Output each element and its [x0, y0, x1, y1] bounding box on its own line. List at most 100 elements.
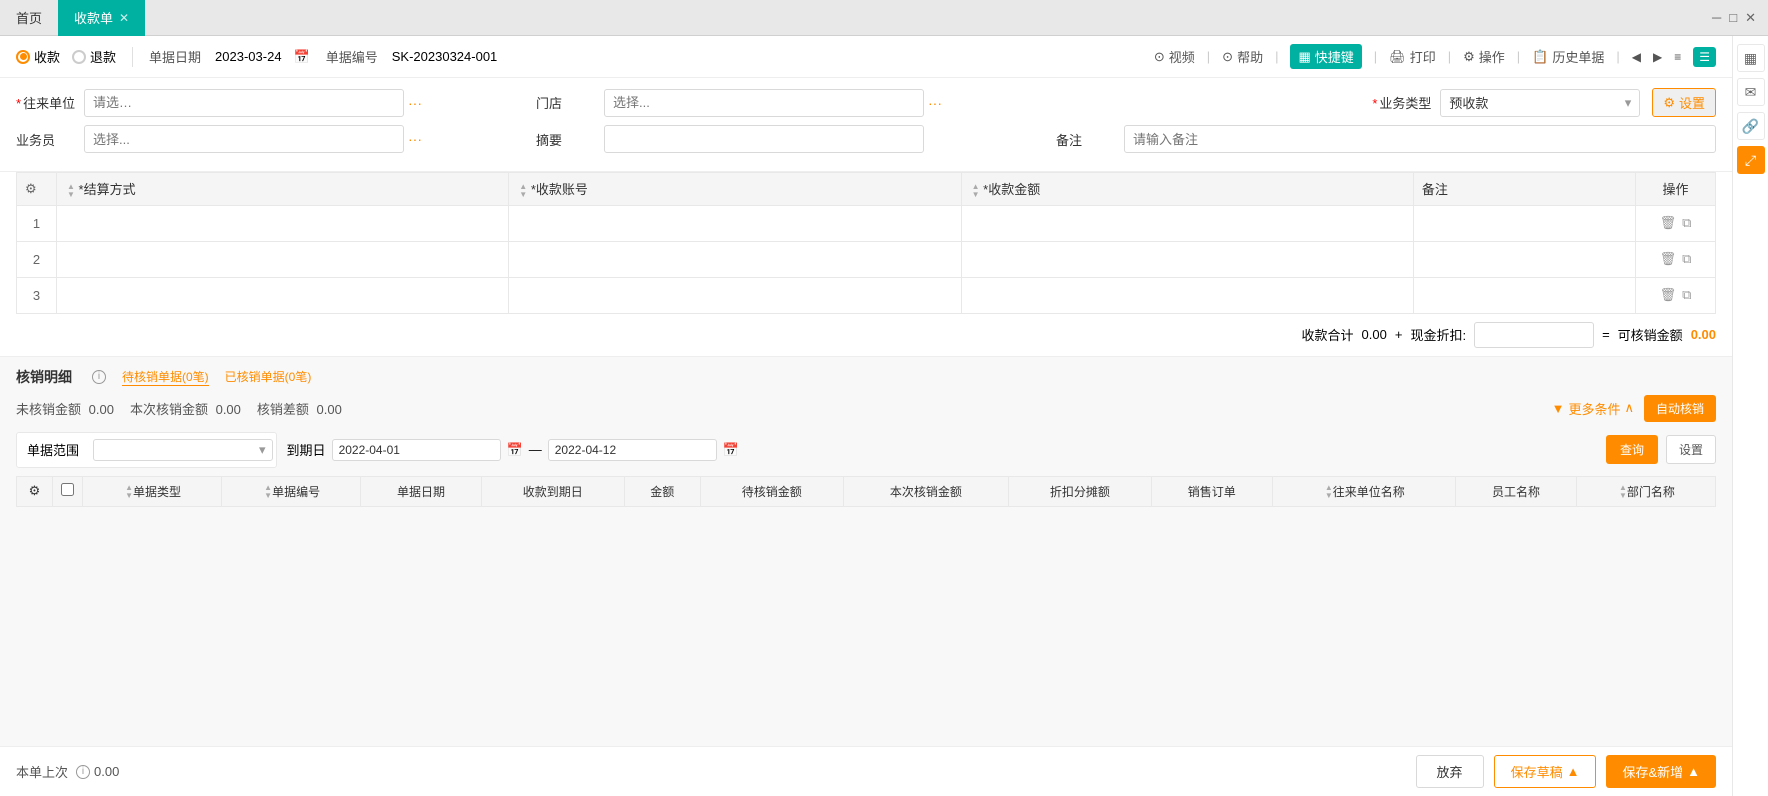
cal-start-icon[interactable]: 📅	[507, 442, 523, 458]
footer-bar: 本单上次 i 0.00 放弃 保存草稿 ▲ 保存&新增 ▲	[0, 746, 1732, 796]
action-icon: ⚙	[1463, 49, 1475, 65]
receipt-table-section: ⚙ ▲▼ *结算方式 ▲▼ *收款账号 ▲▼ *收款金额	[0, 172, 1732, 314]
row-1-settle[interactable]	[57, 205, 509, 241]
tab-receipt-close[interactable]: ✕	[119, 11, 129, 25]
biz-type-field: 业务类型 预收款 ▾ ⚙ 设置	[1056, 88, 1716, 117]
shortcut-btn[interactable]: ▦快捷键	[1290, 44, 1361, 69]
next-icon[interactable]: ▶	[1653, 50, 1662, 64]
minimize-icon[interactable]: ─	[1712, 10, 1721, 25]
row-2-account[interactable]	[509, 241, 961, 277]
bottom-table-header: ⚙ ▲▼单据类型 ▲▼单据编号 单据日期	[17, 476, 1716, 507]
row-1-amount[interactable]	[961, 205, 1413, 241]
row-2-delete-icon[interactable]: 🗑	[1660, 251, 1677, 267]
store-input[interactable]	[604, 89, 924, 117]
remark-label: 备注	[1056, 130, 1116, 149]
biz-type-select[interactable]: 预收款 ▾	[1440, 89, 1640, 117]
scope-select[interactable]	[93, 439, 273, 461]
calc-discount-input[interactable]	[1474, 322, 1594, 348]
row-3-account[interactable]	[509, 277, 961, 313]
row-2-copy-icon[interactable]: ⧉	[1682, 251, 1691, 267]
row-1-remark[interactable]	[1413, 205, 1635, 241]
save-draft-btn[interactable]: 保存草稿 ▲	[1494, 755, 1597, 788]
due-date-start-input[interactable]	[332, 439, 501, 461]
recon-info-icon[interactable]: i	[92, 370, 106, 384]
row-3-amount[interactable]	[961, 277, 1413, 313]
help-btn[interactable]: ⊙帮助	[1222, 47, 1263, 66]
unchecked-stat: 未核销金额 0.00	[16, 399, 114, 418]
store-more-btn[interactable]: ···	[928, 95, 942, 111]
print-btn[interactable]: 🖨打印	[1389, 47, 1436, 66]
calc-available-value: 0.00	[1691, 327, 1716, 342]
counterpart-more-btn[interactable]: ···	[408, 95, 422, 111]
recon-settings-btn[interactable]: 设置	[1666, 435, 1716, 464]
row-1-delete-icon[interactable]: 🗑	[1660, 215, 1677, 231]
discard-btn[interactable]: 放弃	[1416, 755, 1484, 788]
tab-receipt[interactable]: 收款单 ✕	[58, 0, 145, 36]
staff-label: 业务员	[16, 130, 76, 149]
doc-date-calendar-icon[interactable]: 📅	[294, 49, 310, 65]
receipt-radio-dot	[16, 50, 30, 64]
toolbar-right: ⊙视频 | ⊙帮助 | ▦快捷键 | 🖨打印 | ⚙操作 | 📋历史单据 | ◀…	[1154, 44, 1716, 69]
unchecked-label: 未核销金额	[16, 402, 81, 417]
tab-home[interactable]: 首页	[0, 0, 58, 36]
memo-input[interactable]	[604, 125, 924, 153]
receipt-radio[interactable]: 收款	[16, 47, 60, 66]
row-3-copy-icon[interactable]: ⧉	[1682, 287, 1691, 303]
select-all-checkbox[interactable]	[61, 483, 74, 496]
refund-radio-label: 退款	[90, 47, 116, 66]
row-1-account[interactable]	[509, 205, 961, 241]
footer-info: 本单上次 i 0.00	[16, 762, 119, 781]
close-icon[interactable]: ✕	[1745, 10, 1756, 26]
action-btn[interactable]: ⚙操作	[1463, 47, 1505, 66]
sidebar-table-icon[interactable]: ▦	[1737, 44, 1765, 72]
tab-receipt-label: 收款单	[74, 8, 113, 27]
staff-input[interactable]	[84, 125, 404, 153]
toolbar-divider-1	[132, 47, 133, 67]
video-btn[interactable]: ⊙视频	[1154, 47, 1195, 66]
recon-tab-done[interactable]: 已核销单据(0笔)	[225, 368, 312, 386]
doc-num-field: 单据编号 SK-20230324-001	[326, 47, 498, 66]
row-1-copy-icon[interactable]: ⧉	[1682, 215, 1691, 231]
row-2-amount[interactable]	[961, 241, 1413, 277]
table-settings-icon[interactable]: ⚙	[25, 181, 37, 196]
table-header-settings: ⚙	[17, 173, 57, 206]
more-conditions-btn[interactable]: ▼ 更多条件 ∧	[1552, 399, 1634, 418]
query-btn[interactable]: 查询	[1606, 435, 1658, 464]
history-btn[interactable]: 📋历史单据	[1532, 47, 1604, 66]
store-field: 门店 ···	[536, 89, 1016, 117]
right-sidebar: ▦ ✉ 🔗 ⤢	[1732, 36, 1768, 796]
refund-radio[interactable]: 退款	[72, 47, 116, 66]
list-icon[interactable]: ≡	[1674, 50, 1681, 64]
sidebar-link-icon[interactable]: 🔗	[1737, 112, 1765, 140]
due-date-end-input[interactable]	[548, 439, 717, 461]
remark-input[interactable]	[1124, 125, 1716, 153]
maximize-icon[interactable]: □	[1729, 10, 1737, 25]
row-2-remark[interactable]	[1413, 241, 1635, 277]
save-draft-label: 保存草稿	[1511, 762, 1563, 781]
counterpart-field: 往来单位 ···	[16, 89, 496, 117]
recon-tab-pending[interactable]: 待核销单据(0笔)	[122, 368, 209, 386]
footer-info-icon[interactable]: i	[76, 765, 90, 779]
staff-more-btn[interactable]: ···	[408, 131, 422, 147]
cal-end-icon[interactable]: 📅	[723, 442, 739, 458]
chevron-up-icon: ∧	[1624, 400, 1634, 416]
sidebar-expand-icon[interactable]: ⤢	[1737, 146, 1765, 174]
bottom-th-sales: 销售订单	[1151, 476, 1272, 507]
row-3-delete-icon[interactable]: 🗑	[1660, 287, 1677, 303]
menu-icon[interactable]: ☰	[1693, 47, 1716, 67]
bottom-settings-icon[interactable]: ⚙	[29, 483, 41, 498]
scope-select-wrapper: ▾	[85, 439, 266, 461]
bottom-th-doc-num: ▲▼单据编号	[222, 476, 361, 507]
settings-btn[interactable]: ⚙ 设置	[1652, 88, 1716, 117]
counterpart-input[interactable]	[84, 89, 404, 117]
save-new-btn[interactable]: 保存&新增 ▲	[1606, 755, 1716, 788]
row-3-remark[interactable]	[1413, 277, 1635, 313]
bottom-th-checkbox	[53, 476, 83, 507]
row-2-settle[interactable]	[57, 241, 509, 277]
row-3-settle[interactable]	[57, 277, 509, 313]
auto-recon-btn[interactable]: 自动核销	[1644, 395, 1716, 422]
sidebar-mail-icon[interactable]: ✉	[1737, 78, 1765, 106]
bottom-th-counterpart: ▲▼往来单位名称	[1272, 476, 1456, 507]
due-date-label: 到期日	[287, 440, 326, 459]
prev-icon[interactable]: ◀	[1632, 50, 1641, 64]
